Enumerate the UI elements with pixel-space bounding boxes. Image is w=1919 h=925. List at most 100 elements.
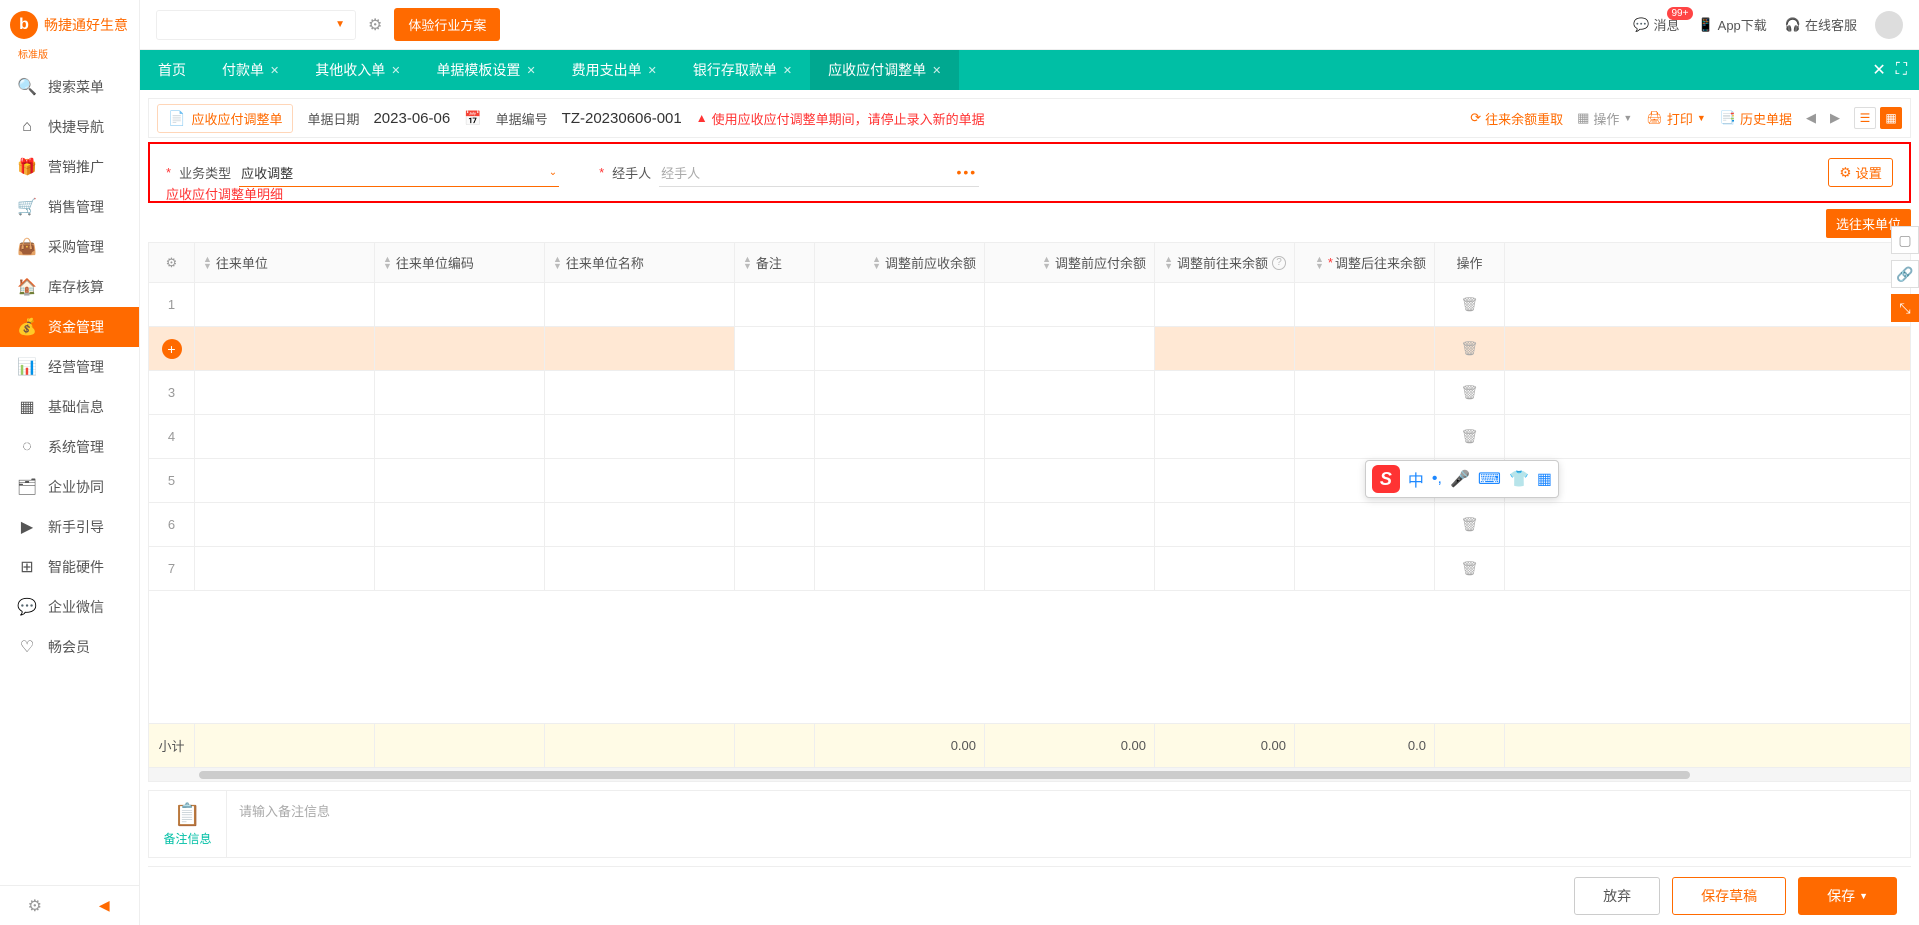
ime-toolbox-icon[interactable]: ▦ <box>1537 469 1552 489</box>
handler-lookup[interactable]: 经手人 ••• <box>659 159 979 187</box>
sidebar-item-2[interactable]: 🎁营销推广 <box>0 147 139 187</box>
close-icon[interactable]: ✕ <box>932 64 941 77</box>
col-amt-pay[interactable]: ▲▼调整前应付余额 <box>985 243 1155 282</box>
right-rail: ▢ 🔗 ⤡ <box>1891 226 1919 322</box>
calendar-icon[interactable]: 📅 <box>464 110 481 127</box>
tab-5[interactable]: 银行存取款单✕ <box>675 50 810 90</box>
col-amt-recv[interactable]: ▲▼调整前应收余额 <box>815 243 985 282</box>
tab-4[interactable]: 费用支出单✕ <box>554 50 675 90</box>
tab-2[interactable]: 其他收入单✕ <box>297 50 418 90</box>
memo-input[interactable]: 请输入备注信息 <box>227 791 1910 857</box>
col-amt-after[interactable]: ▲▼*调整后往来余额 <box>1295 243 1435 282</box>
sidebar-item-5[interactable]: 🏠库存核算 <box>0 267 139 307</box>
add-row-button[interactable]: + <box>162 339 182 359</box>
rail-expand-icon[interactable]: ⤡ <box>1891 294 1919 322</box>
sidebar-collapse-icon[interactable] <box>70 886 140 925</box>
ime-mic-icon[interactable]: 🎤 <box>1450 469 1470 489</box>
doc-title-chip: 应收应付调整单 <box>157 104 293 133</box>
chevron-down-icon: ⌄ <box>549 167 557 178</box>
action-bar: 放弃 保存草稿 保存 ▼ <box>148 866 1911 925</box>
table-row[interactable]: 5🗑 <box>149 459 1910 503</box>
operate-dropdown[interactable]: ▦ 操作 ▼ <box>1577 109 1632 128</box>
col-code[interactable]: ▲▼往来单位编码 <box>375 243 545 282</box>
save-button[interactable]: 保存 ▼ <box>1798 877 1897 915</box>
sidebar-item-1[interactable]: ⌂快捷导航 <box>0 107 139 147</box>
sidebar-settings-icon[interactable] <box>0 886 70 925</box>
view-grid-icon[interactable]: ▦ <box>1880 107 1902 129</box>
close-icon[interactable]: ✕ <box>648 64 657 77</box>
close-icon[interactable]: ✕ <box>526 64 535 77</box>
prev-record-icon[interactable]: ◀ <box>1806 110 1816 126</box>
biz-type-select[interactable]: 应收调整 ⌄ <box>239 159 559 187</box>
table-row[interactable]: 1🗑 <box>149 283 1910 327</box>
rail-attach-icon[interactable]: 🔗 <box>1891 260 1919 288</box>
ime-skin-icon[interactable]: 👕 <box>1509 469 1529 489</box>
sidebar-item-10[interactable]: 🗂企业协同 <box>0 467 139 507</box>
discard-button[interactable]: 放弃 <box>1574 877 1660 915</box>
col-remark[interactable]: ▲▼备注 <box>735 243 815 282</box>
close-icon[interactable]: ✕ <box>270 64 279 77</box>
close-icon[interactable]: ✕ <box>391 64 400 77</box>
sidebar-item-3[interactable]: 🛒销售管理 <box>0 187 139 227</box>
horizontal-scrollbar[interactable] <box>149 767 1910 781</box>
close-icon[interactable]: ✕ <box>783 64 792 77</box>
history-button[interactable]: 📑 历史单据 <box>1720 109 1792 128</box>
logo-icon: b <box>10 11 38 39</box>
table-row[interactable]: 4🗑 <box>149 415 1910 459</box>
tenant-selector[interactable]: ▼ <box>156 10 356 40</box>
ime-punct-icon[interactable]: •, <box>1432 470 1442 488</box>
fullscreen-icon[interactable]: ⛶ <box>1896 61 1907 79</box>
sidebar-item-4[interactable]: 👜采购管理 <box>0 227 139 267</box>
delete-row-icon[interactable]: 🗑 <box>1461 384 1479 401</box>
delete-row-icon[interactable]: 🗑 <box>1461 516 1479 533</box>
nav-icon: 💰 <box>18 318 36 336</box>
tab-1[interactable]: 付款单✕ <box>204 50 297 90</box>
sidebar-item-9[interactable]: ◌系统管理 <box>0 427 139 467</box>
sidebar-item-12[interactable]: ⊞智能硬件 <box>0 547 139 587</box>
help-icon[interactable]: ? <box>1272 256 1286 270</box>
message-icon: 💬 <box>1633 17 1649 33</box>
col-amt-bal[interactable]: ▲▼调整前往来余额? <box>1155 243 1295 282</box>
try-solution-button[interactable]: 体验行业方案 <box>394 8 500 41</box>
docno-label: 单据编号 <box>496 109 548 128</box>
ime-toolbar[interactable]: S 中 •, 🎤 ⌨ 👕 ▦ <box>1365 460 1559 498</box>
sidebar-item-13[interactable]: 💬企业微信 <box>0 587 139 627</box>
settings-button[interactable]: 设置 <box>1828 158 1893 187</box>
delete-row-icon[interactable]: 🗑 <box>1461 296 1479 313</box>
sidebar-item-6[interactable]: 💰资金管理 <box>0 307 139 347</box>
sidebar-item-7[interactable]: 📊经营管理 <box>0 347 139 387</box>
next-record-icon[interactable]: ▶ <box>1830 110 1840 126</box>
table-row[interactable]: 6🗑 <box>149 503 1910 547</box>
reget-balance-button[interactable]: ⟳ 往来余额重取 <box>1470 109 1563 128</box>
sidebar-item-8[interactable]: ▦基础信息 <box>0 387 139 427</box>
tab-0[interactable]: 首页 <box>140 50 204 90</box>
print-dropdown[interactable]: 🖨 打印 ▼ <box>1646 109 1705 128</box>
ime-lang[interactable]: 中 <box>1408 467 1424 491</box>
table-row[interactable]: 7🗑 <box>149 547 1910 591</box>
sidebar-item-0[interactable]: 🔍搜索菜单 <box>0 67 139 107</box>
ellipsis-icon[interactable]: ••• <box>956 164 977 180</box>
delete-row-icon[interactable]: 🗑 <box>1461 560 1479 577</box>
table-row[interactable]: 3🗑 <box>149 371 1910 415</box>
save-draft-button[interactable]: 保存草稿 <box>1672 877 1786 915</box>
sidebar-item-14[interactable]: ♡畅会员 <box>0 627 139 667</box>
messages-button[interactable]: 💬 消息 99+ <box>1633 15 1679 34</box>
gear-icon[interactable]: ⚙ <box>368 15 382 35</box>
avatar[interactable] <box>1875 11 1903 39</box>
app-download-button[interactable]: 📱 App下载 <box>1697 15 1766 34</box>
view-list-icon[interactable]: ☰ <box>1854 107 1876 129</box>
col-unit[interactable]: ▲▼往来单位 <box>195 243 375 282</box>
table-row[interactable]: +🗑 <box>149 327 1910 371</box>
sidebar-item-11[interactable]: ▶新手引导 <box>0 507 139 547</box>
support-button[interactable]: 🎧 在线客服 <box>1785 15 1857 34</box>
nav-icon: 🏠 <box>18 278 36 296</box>
rail-note-icon[interactable]: ▢ <box>1891 226 1919 254</box>
table-config-icon[interactable]: ⚙ <box>149 243 195 282</box>
delete-row-icon[interactable]: 🗑 <box>1461 340 1479 357</box>
tab-3[interactable]: 单据模板设置✕ <box>418 50 553 90</box>
close-all-tabs-icon[interactable]: ✕ <box>1872 60 1885 80</box>
col-name[interactable]: ▲▼往来单位名称 <box>545 243 735 282</box>
delete-row-icon[interactable]: 🗑 <box>1461 428 1479 445</box>
tab-6[interactable]: 应收应付调整单✕ <box>810 50 959 90</box>
ime-keyboard-icon[interactable]: ⌨ <box>1478 469 1501 489</box>
